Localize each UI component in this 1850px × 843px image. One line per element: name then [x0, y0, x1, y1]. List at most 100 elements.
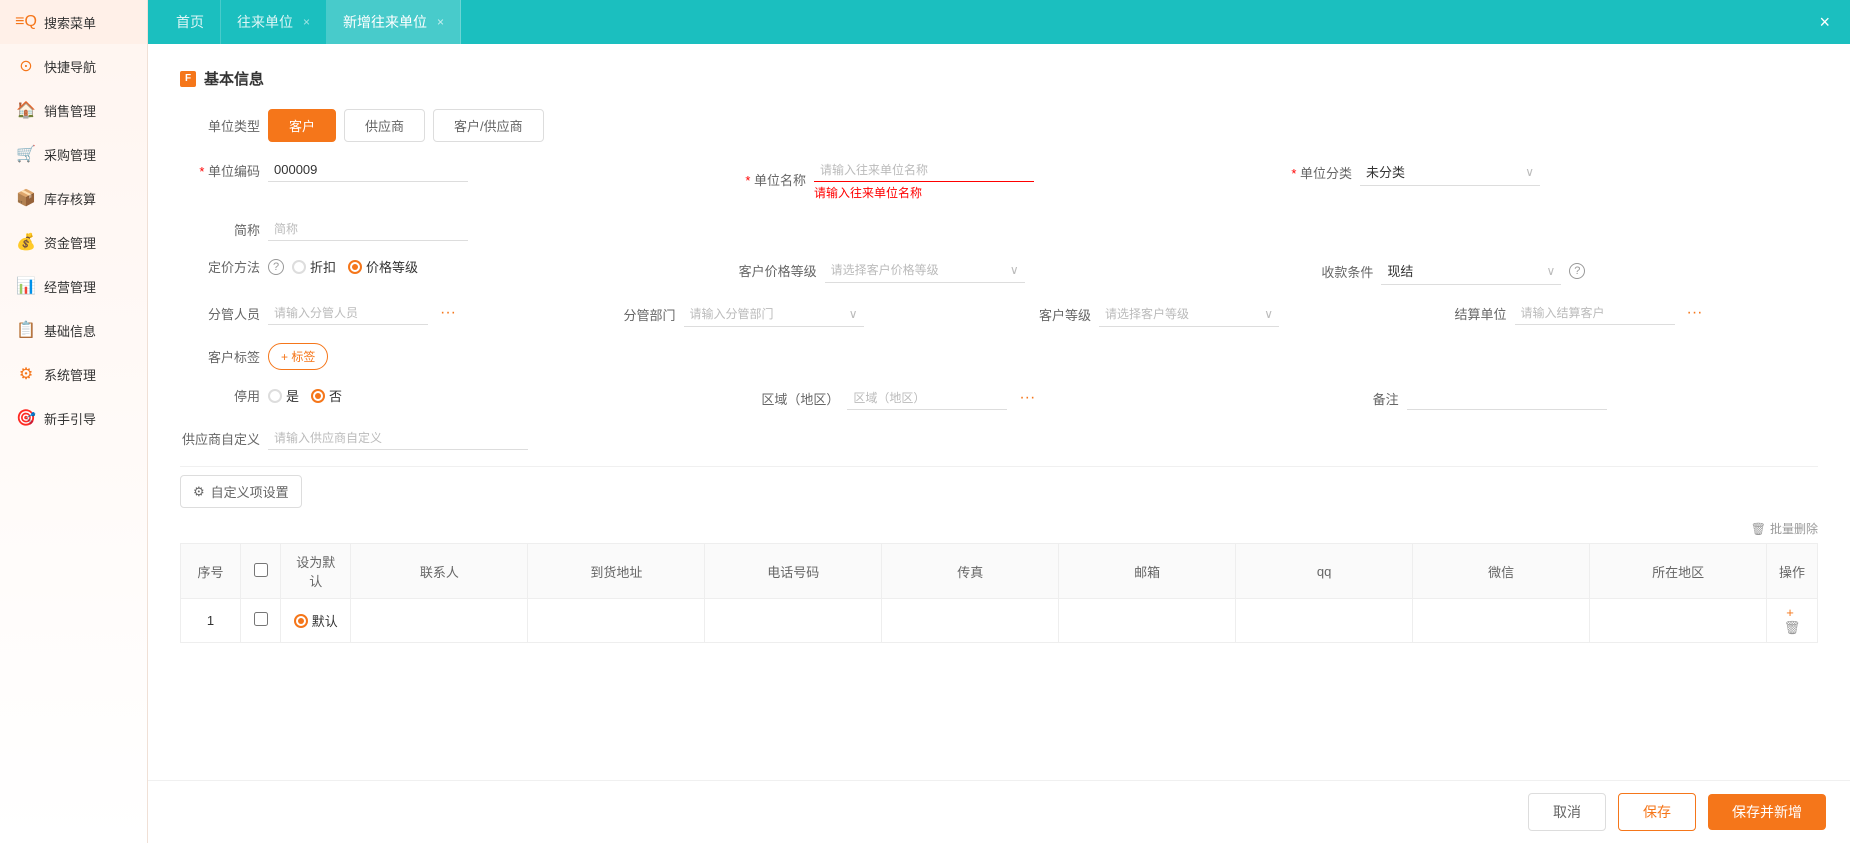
- sidebar-item-quick-nav[interactable]: ⊙ 快捷导航: [0, 44, 147, 88]
- sidebar-item-purchase[interactable]: 🛒 采购管理: [0, 132, 147, 176]
- payment-label: 收款条件: [1293, 262, 1373, 281]
- pricing-level-radio[interactable]: 价格等级: [348, 257, 418, 276]
- short-name-input[interactable]: [268, 217, 468, 241]
- select-all-checkbox[interactable]: [254, 563, 268, 577]
- name-input[interactable]: [814, 158, 1034, 182]
- supplier-custom-input[interactable]: [268, 426, 528, 450]
- guide-icon: 🎯: [16, 408, 36, 428]
- tab-counterparty-close[interactable]: ×: [303, 15, 310, 29]
- fax-input[interactable]: [892, 613, 1048, 628]
- sidebar-item-operations[interactable]: 📊 经营管理: [0, 264, 147, 308]
- tab-counterparty[interactable]: 往来单位 ×: [221, 0, 327, 44]
- row-wechat[interactable]: [1413, 599, 1590, 643]
- row-phone[interactable]: [705, 599, 882, 643]
- col-fax: 传真: [882, 544, 1059, 599]
- row-email[interactable]: [1059, 599, 1236, 643]
- search-icon: ≡Q: [16, 12, 36, 32]
- tag-row: 客户标签 + 标签: [180, 343, 1818, 370]
- contacts-table: 序号 设为默认 联系人 到货地址 电话号码 传真 邮箱 qq 微信 所在地区 操…: [180, 543, 1818, 643]
- row-add-btn[interactable]: +: [1786, 605, 1794, 620]
- dept-select[interactable]: 请输入分管部门 ∨: [684, 301, 864, 327]
- short-name-field: 简称: [180, 217, 1818, 241]
- custom-settings-button[interactable]: ⚙ 自定义项设置: [180, 475, 302, 508]
- contact-input[interactable]: [361, 613, 517, 628]
- price-level-select[interactable]: 请选择客户价格等级 ∨: [825, 257, 1025, 283]
- row-region[interactable]: [1590, 599, 1767, 643]
- note-input[interactable]: [1407, 386, 1607, 410]
- row-delete-btn[interactable]: 🗑: [1784, 620, 1801, 635]
- col-wechat: 微信: [1413, 544, 1590, 599]
- tab-new-counterparty-close[interactable]: ×: [437, 15, 444, 29]
- sidebar-item-inventory[interactable]: 📦 库存核算: [0, 176, 147, 220]
- unit-type-field: 单位类型 客户 供应商 客户/供应商: [180, 109, 1818, 142]
- payment-select[interactable]: 现结 ∨: [1381, 257, 1561, 285]
- row-region-input[interactable]: [1600, 613, 1756, 628]
- name-field-wrapper: 请输入往来单位名称: [814, 158, 1034, 201]
- col-region: 所在地区: [1590, 544, 1767, 599]
- batch-delete-button[interactable]: 🗑 批量删除: [1751, 520, 1818, 537]
- phone-input[interactable]: [715, 613, 871, 628]
- tag-label: 客户标签: [180, 347, 260, 366]
- row-contact[interactable]: [351, 599, 528, 643]
- unit-btn-both[interactable]: 客户/供应商: [433, 109, 544, 142]
- disabled-yes-radio[interactable]: 是: [268, 386, 299, 405]
- row-qq[interactable]: [1236, 599, 1413, 643]
- settlement-more-btn[interactable]: ···: [1687, 304, 1703, 322]
- qq-input[interactable]: [1246, 613, 1402, 628]
- code-name-category-row: 单位编码 单位名称 请输入往来单位名称 单位分类 未分类 ∨: [180, 158, 1818, 201]
- code-label: 单位编码: [180, 161, 260, 180]
- row-default-radio[interactable]: 默认: [291, 611, 340, 630]
- system-icon: ⚙: [16, 364, 36, 384]
- unit-btn-customer[interactable]: 客户: [268, 109, 336, 142]
- category-select[interactable]: 未分类 ∨: [1360, 158, 1540, 186]
- row-default-circle: [294, 614, 308, 628]
- address-input[interactable]: [538, 613, 694, 628]
- customer-level-select[interactable]: 请选择客户等级 ∨: [1099, 301, 1279, 327]
- row-address[interactable]: [528, 599, 705, 643]
- tab-home[interactable]: 首页: [160, 0, 221, 44]
- customer-level-chevron: ∨: [1264, 307, 1273, 321]
- row-checkbox[interactable]: [254, 612, 268, 626]
- row-fax[interactable]: [882, 599, 1059, 643]
- unit-type-buttons: 客户 供应商 客户/供应商: [268, 109, 544, 142]
- pricing-discount-radio[interactable]: 折扣: [292, 257, 336, 276]
- disabled-no-radio[interactable]: 否: [311, 386, 342, 405]
- row-checkbox-cell: [241, 599, 281, 643]
- region-more-btn[interactable]: ···: [1019, 389, 1035, 407]
- supplier-custom-label: 供应商自定义: [180, 429, 260, 448]
- form-content: F 基本信息 单位类型 客户 供应商 客户/供应商 单位编码 单位名称: [148, 44, 1850, 780]
- sidebar-item-guide[interactable]: 🎯 新手引导: [0, 396, 147, 440]
- cancel-button[interactable]: 取消: [1528, 793, 1606, 831]
- sidebar-item-search[interactable]: ≡Q 搜索菜单: [0, 0, 147, 44]
- tab-bar: 首页 往来单位 × 新增往来单位 × ×: [148, 0, 1850, 44]
- save-button[interactable]: 保存: [1618, 793, 1696, 831]
- pricing-help-icon[interactable]: ?: [268, 259, 284, 275]
- disabled-no-dot: [315, 393, 321, 399]
- window-close-button[interactable]: ×: [1811, 12, 1838, 33]
- sidebar-item-basic-info[interactable]: 📋 基础信息: [0, 308, 147, 352]
- col-address: 到货地址: [528, 544, 705, 599]
- manager-more-btn[interactable]: ···: [440, 304, 456, 322]
- form-footer: 取消 保存 保存并新增: [148, 780, 1850, 843]
- tab-new-counterparty[interactable]: 新增往来单位 ×: [327, 0, 461, 44]
- email-input[interactable]: [1069, 613, 1225, 628]
- inventory-icon: 📦: [16, 188, 36, 208]
- settlement-input[interactable]: [1515, 301, 1675, 325]
- category-label: 单位分类: [1272, 163, 1352, 182]
- payment-help-icon[interactable]: ?: [1569, 263, 1585, 279]
- section-basic-info: F 基本信息: [180, 68, 1818, 89]
- sidebar-item-sales[interactable]: 🏠 销售管理: [0, 88, 147, 132]
- settlement-label: 结算单位: [1427, 304, 1507, 323]
- sidebar-item-system[interactable]: ⚙ 系统管理: [0, 352, 147, 396]
- manager-input[interactable]: [268, 301, 428, 325]
- table-row: 1 默认: [181, 599, 1818, 643]
- add-tag-button[interactable]: + 标签: [268, 343, 328, 370]
- wechat-input[interactable]: [1423, 613, 1579, 628]
- unit-btn-supplier[interactable]: 供应商: [344, 109, 425, 142]
- save-add-button[interactable]: 保存并新增: [1708, 794, 1826, 830]
- region-input[interactable]: [847, 386, 1007, 410]
- dept-field: 分管部门 请输入分管部门 ∨: [596, 301, 988, 327]
- supplier-custom-row: 供应商自定义: [180, 426, 1818, 450]
- code-input[interactable]: [268, 158, 468, 182]
- sidebar-item-finance[interactable]: 💰 资金管理: [0, 220, 147, 264]
